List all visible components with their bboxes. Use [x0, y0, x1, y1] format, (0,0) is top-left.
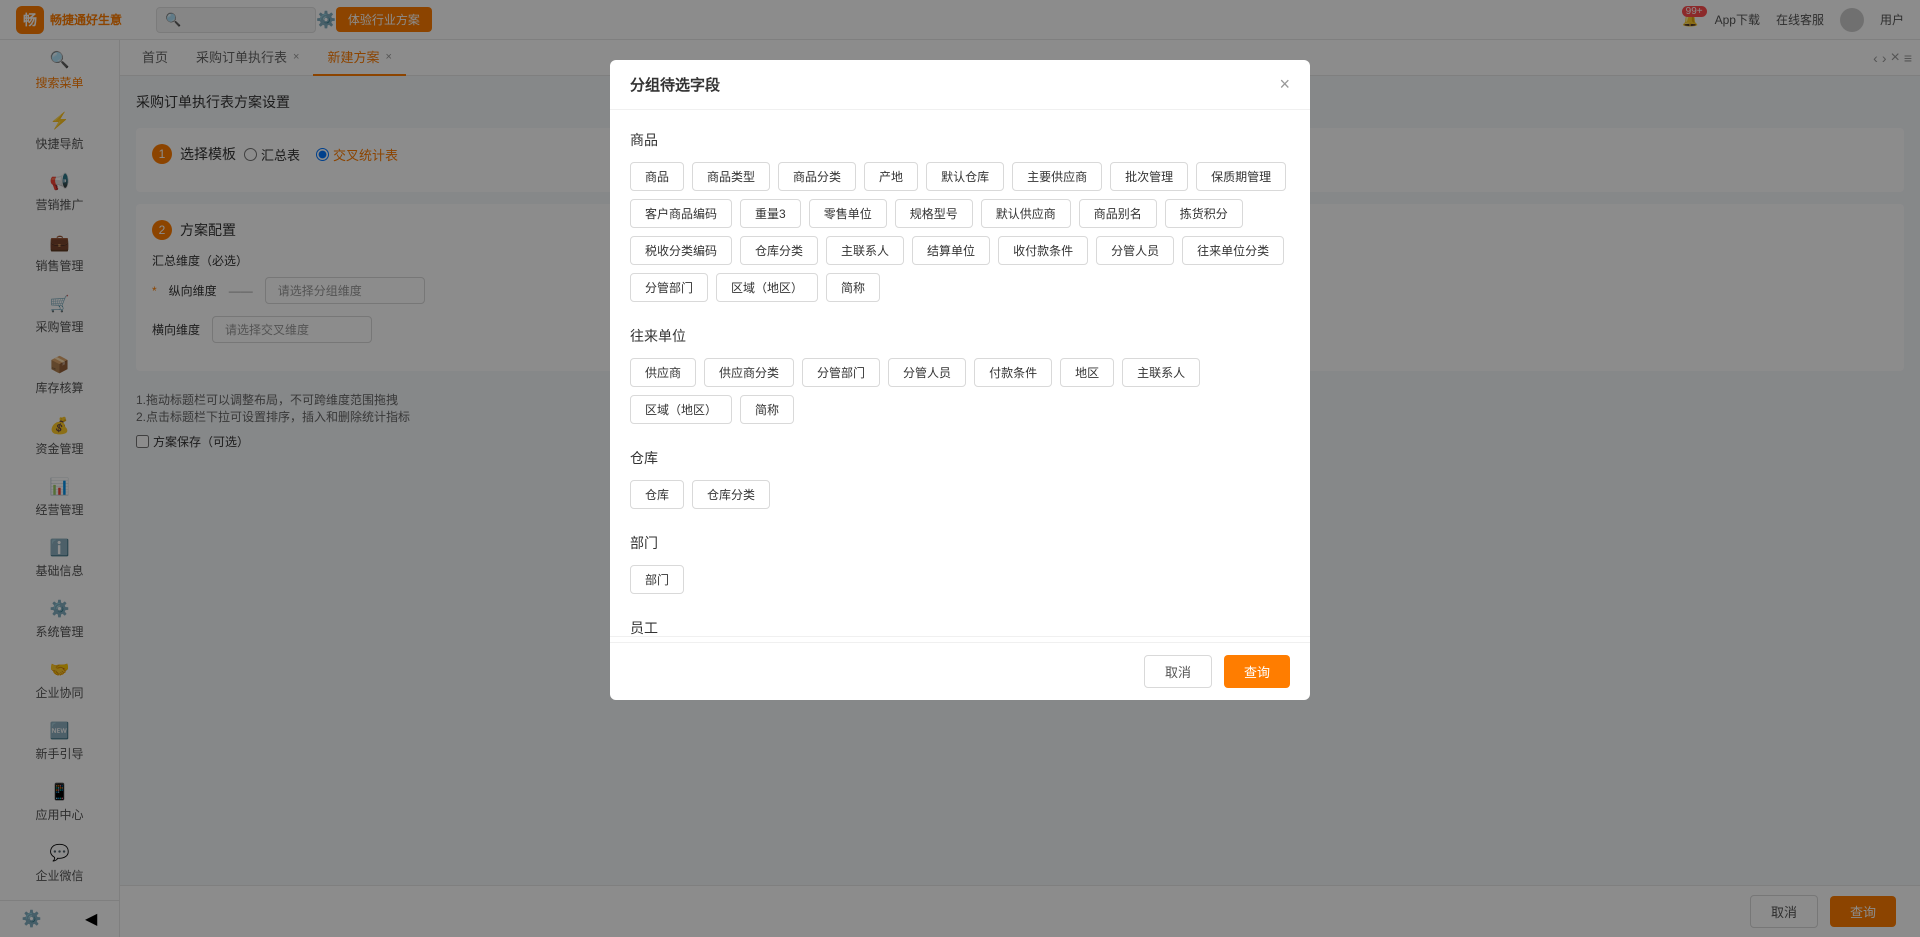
tag-partner-3[interactable]: 分管人员: [888, 358, 966, 387]
tag-partner-7[interactable]: 区域（地区）: [630, 395, 732, 424]
tag-goods-15[interactable]: 税收分类编码: [630, 236, 732, 265]
category-dept: 部门 部门: [630, 533, 1290, 594]
modal-body: 商品 商品 商品类型 商品分类 产地 默认仓库 主要供应商 批次管理 保质期管理…: [610, 110, 1310, 636]
tag-goods-22[interactable]: 分管部门: [630, 273, 708, 302]
tag-goods-0[interactable]: 商品: [630, 162, 684, 191]
tag-partner-4[interactable]: 付款条件: [974, 358, 1052, 387]
category-goods-tags: 商品 商品类型 商品分类 产地 默认仓库 主要供应商 批次管理 保质期管理 客户…: [630, 162, 1290, 302]
tag-warehouse-1[interactable]: 仓库分类: [692, 480, 770, 509]
tag-goods-18[interactable]: 结算单位: [912, 236, 990, 265]
tag-partner-1[interactable]: 供应商分类: [704, 358, 794, 387]
tag-goods-16[interactable]: 仓库分类: [740, 236, 818, 265]
category-warehouse-title: 仓库: [630, 448, 1290, 468]
tag-warehouse-0[interactable]: 仓库: [630, 480, 684, 509]
modal-title: 分组待选字段: [630, 74, 720, 95]
tag-goods-10[interactable]: 零售单位: [809, 199, 887, 228]
category-dept-tags: 部门: [630, 565, 1290, 594]
tag-goods-17[interactable]: 主联系人: [826, 236, 904, 265]
tag-goods-21[interactable]: 往来单位分类: [1182, 236, 1284, 265]
modal-close-button[interactable]: ×: [1279, 74, 1290, 95]
category-employee-title: 员工: [630, 618, 1290, 636]
tag-goods-3[interactable]: 产地: [864, 162, 918, 191]
tag-goods-6[interactable]: 批次管理: [1110, 162, 1188, 191]
tag-goods-20[interactable]: 分管人员: [1096, 236, 1174, 265]
modal-overlay: 分组待选字段 × 商品 商品 商品类型 商品分类 产地 默认仓库 主要供应商 批…: [0, 0, 1920, 937]
tag-partner-5[interactable]: 地区: [1060, 358, 1114, 387]
category-warehouse-tags: 仓库 仓库分类: [630, 480, 1290, 509]
tag-goods-11[interactable]: 规格型号: [895, 199, 973, 228]
tag-goods-24[interactable]: 简称: [826, 273, 880, 302]
modal-cancel-button[interactable]: 取消: [1144, 655, 1212, 688]
modal-confirm-button[interactable]: 查询: [1224, 655, 1290, 688]
modal-footer: 取消 查询: [610, 642, 1310, 700]
tag-goods-7[interactable]: 保质期管理: [1196, 162, 1286, 191]
tag-goods-12[interactable]: 默认供应商: [981, 199, 1071, 228]
tag-dept-0[interactable]: 部门: [630, 565, 684, 594]
modal-header: 分组待选字段 ×: [610, 60, 1310, 110]
tag-partner-8[interactable]: 简称: [740, 395, 794, 424]
tag-partner-0[interactable]: 供应商: [630, 358, 696, 387]
category-goods-title: 商品: [630, 130, 1290, 150]
category-employee: 员工 业务员: [630, 618, 1290, 636]
category-warehouse: 仓库 仓库 仓库分类: [630, 448, 1290, 509]
tag-goods-5[interactable]: 主要供应商: [1012, 162, 1102, 191]
tag-goods-1[interactable]: 商品类型: [692, 162, 770, 191]
category-partner-tags: 供应商 供应商分类 分管部门 分管人员 付款条件 地区 主联系人 区域（地区） …: [630, 358, 1290, 424]
tag-goods-2[interactable]: 商品分类: [778, 162, 856, 191]
tag-goods-19[interactable]: 收付款条件: [998, 236, 1088, 265]
category-goods: 商品 商品 商品类型 商品分类 产地 默认仓库 主要供应商 批次管理 保质期管理…: [630, 130, 1290, 302]
category-partner: 往来单位 供应商 供应商分类 分管部门 分管人员 付款条件 地区 主联系人 区域…: [630, 326, 1290, 424]
tag-partner-6[interactable]: 主联系人: [1122, 358, 1200, 387]
tag-goods-23[interactable]: 区域（地区）: [716, 273, 818, 302]
tag-goods-9[interactable]: 重量3: [740, 199, 801, 228]
tag-goods-13[interactable]: 商品别名: [1079, 199, 1157, 228]
tag-goods-4[interactable]: 默认仓库: [926, 162, 1004, 191]
category-dept-title: 部门: [630, 533, 1290, 553]
field-select-modal: 分组待选字段 × 商品 商品 商品类型 商品分类 产地 默认仓库 主要供应商 批…: [610, 60, 1310, 700]
tag-goods-8[interactable]: 客户商品编码: [630, 199, 732, 228]
tag-goods-14[interactable]: 拣货积分: [1165, 199, 1243, 228]
category-partner-title: 往来单位: [630, 326, 1290, 346]
tag-partner-2[interactable]: 分管部门: [802, 358, 880, 387]
